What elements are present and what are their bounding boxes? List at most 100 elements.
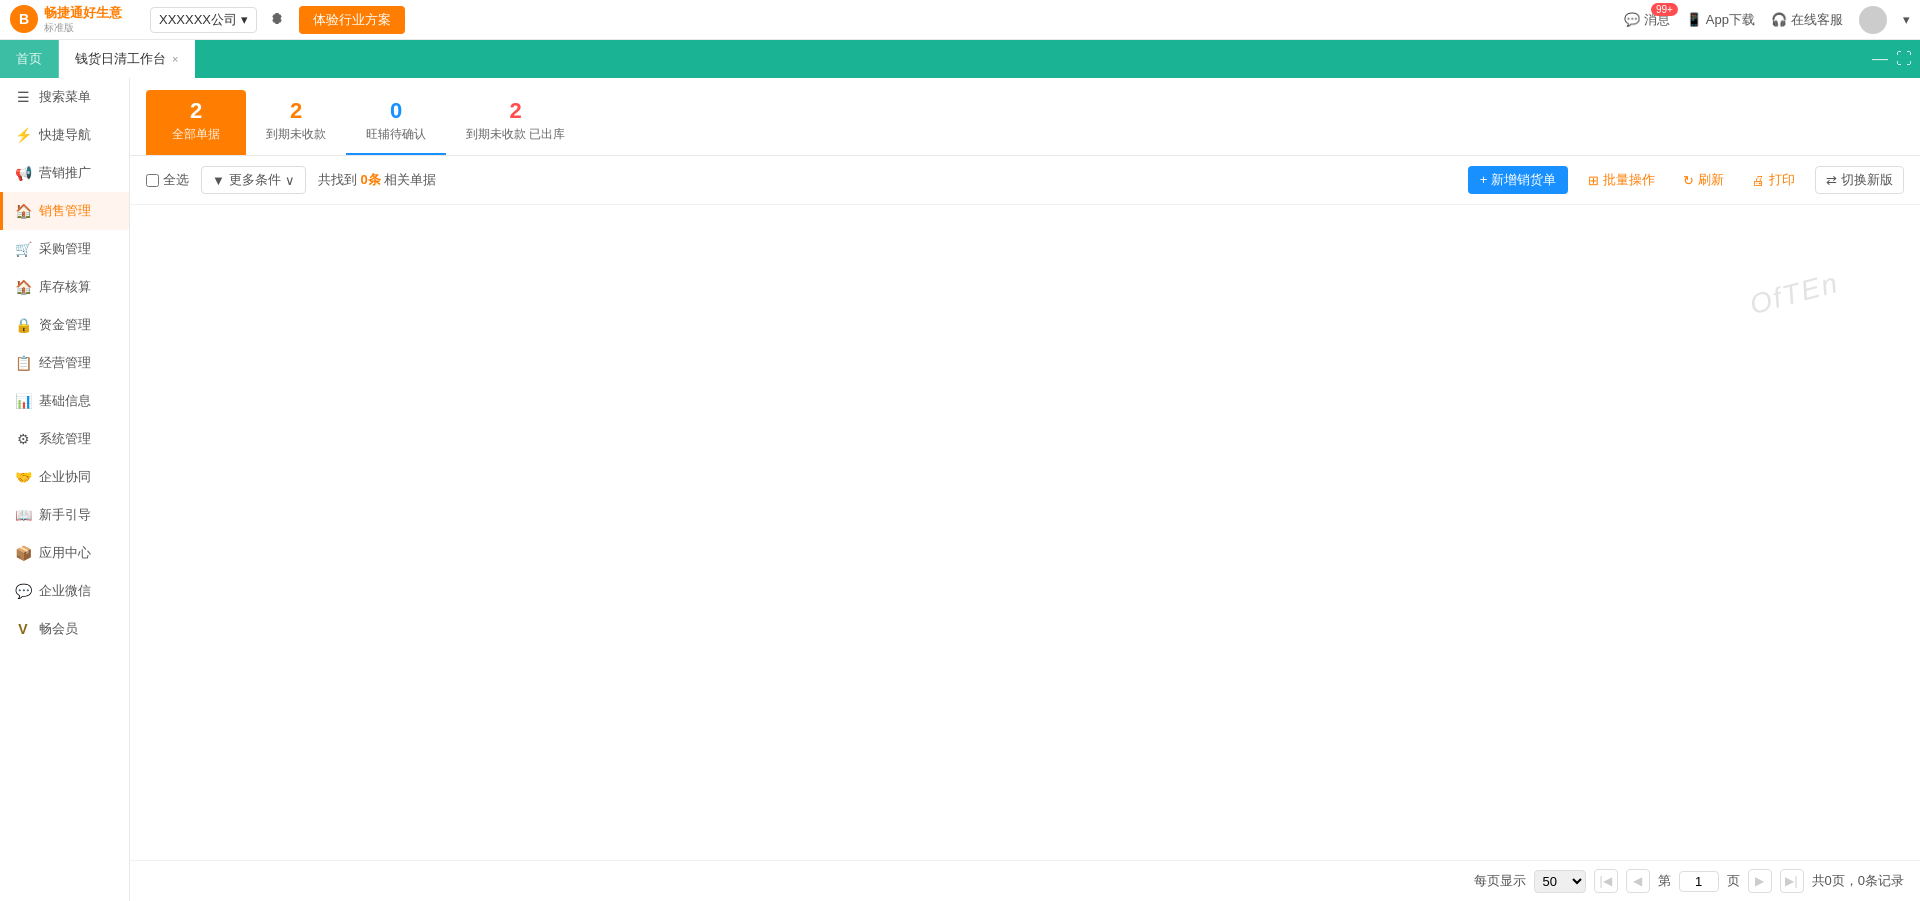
tab-active[interactable]: 钱货日清工作台 × <box>59 40 195 78</box>
sidebar-label-search-menu: 搜索菜单 <box>39 88 91 106</box>
stat-label-shipped: 到期未收款 已出库 <box>466 126 565 143</box>
next-page-btn[interactable]: ▶ <box>1748 869 1772 893</box>
toolbar-right: + 新增销货单 ⊞ 批量操作 ↻ 刷新 🖨 打印 ⇄ 切换新版 <box>1468 166 1904 194</box>
message-item[interactable]: 💬 消息 99+ <box>1624 11 1670 29</box>
stat-count-all: 2 <box>190 98 202 124</box>
select-all-text: 全选 <box>163 171 189 189</box>
sidebar-label-base-info: 基础信息 <box>39 392 91 410</box>
prev-page-btn[interactable]: ◀ <box>1626 869 1650 893</box>
sidebar-item-search-menu[interactable]: ☰ 搜索菜单 <box>0 78 129 116</box>
stat-tab-all[interactable]: 2 全部单据 <box>146 90 246 155</box>
stat-label-pending: 旺辅待确认 <box>366 126 426 143</box>
inventory-icon: 🏠 <box>15 279 31 295</box>
app-download-item[interactable]: 📱 App下载 <box>1686 11 1755 29</box>
app-center-icon: 📦 <box>15 545 31 561</box>
found-text: 共找到 0条 相关单据 <box>318 171 436 189</box>
sidebar-item-sales[interactable]: 🏠 销售管理 <box>0 192 129 230</box>
stat-tab-overdue[interactable]: 2 到期未收款 <box>246 90 346 155</box>
sidebar-item-finance[interactable]: 🔒 资金管理 <box>0 306 129 344</box>
sidebar-label-system: 系统管理 <box>39 430 91 448</box>
switch-icon: ⇄ <box>1826 173 1837 188</box>
sidebar-item-app-center[interactable]: 📦 应用中心 <box>0 534 129 572</box>
tab-home-label: 首页 <box>16 50 42 68</box>
sidebar-item-member[interactable]: V 畅会员 <box>0 610 129 648</box>
guide-icon: 📖 <box>15 507 31 523</box>
switch-new-btn[interactable]: ⇄ 切换新版 <box>1815 166 1904 194</box>
service-icon: 🎧 <box>1771 12 1787 27</box>
per-page-select[interactable]: 50 100 200 <box>1534 870 1586 893</box>
more-conditions-text: 更多条件 <box>229 171 281 189</box>
company-selector[interactable]: XXXXXX公司 ▾ <box>150 7 257 33</box>
select-all-checkbox[interactable] <box>146 174 159 187</box>
quick-nav-icon: ⚡ <box>15 127 31 143</box>
sidebar-label-member: 畅会员 <box>39 620 78 638</box>
member-icon: V <box>15 621 31 637</box>
watermark: OfTEn <box>1746 267 1842 321</box>
last-page-btn[interactable]: ▶| <box>1780 869 1804 893</box>
found-count: 0条 <box>361 172 381 187</box>
page-suffix: 页 <box>1727 872 1740 890</box>
logo-icon: B <box>10 5 38 33</box>
sidebar: ☰ 搜索菜单 ⚡ 快捷导航 📢 营销推广 🏠 销售管理 🛒 采购管理 🏠 库存核… <box>0 78 130 901</box>
stat-count-shipped: 2 <box>510 98 522 124</box>
sidebar-label-operations: 经营管理 <box>39 354 91 372</box>
batch-icon: ⊞ <box>1588 173 1599 188</box>
online-service-item[interactable]: 🎧 在线客服 <box>1771 11 1843 29</box>
stat-count-overdue: 2 <box>290 98 302 124</box>
sidebar-item-wechat[interactable]: 💬 企业微信 <box>0 572 129 610</box>
print-icon: 🖨 <box>1752 173 1765 188</box>
avatar[interactable] <box>1859 6 1887 34</box>
sidebar-item-base-info[interactable]: 📊 基础信息 <box>0 382 129 420</box>
experience-btn[interactable]: 体验行业方案 <box>299 6 405 34</box>
select-all-label[interactable]: 全选 <box>146 171 189 189</box>
new-sales-btn[interactable]: + 新增销货单 <box>1468 166 1568 194</box>
refresh-text: 刷新 <box>1698 171 1724 189</box>
sidebar-item-system[interactable]: ⚙ 系统管理 <box>0 420 129 458</box>
user-name[interactable]: ▾ <box>1903 12 1910 27</box>
toolbar: 全选 ▼ 更多条件 ∨ 共找到 0条 相关单据 + 新增销货单 ⊞ 批量操作 ↻ <box>130 156 1920 205</box>
print-btn[interactable]: 🖨 打印 <box>1744 167 1803 193</box>
online-service-label: 在线客服 <box>1791 11 1843 29</box>
sidebar-label-cooperation: 企业协同 <box>39 468 91 486</box>
tab-active-label: 钱货日清工作台 <box>75 50 166 68</box>
pagination: 每页显示 50 100 200 |◀ ◀ 第 页 ▶ ▶| 共0页，0条记录 <box>130 860 1920 901</box>
tab-maximize-icon[interactable]: ⛶ <box>1896 50 1912 68</box>
chevron-down-icon: ▾ <box>241 12 248 27</box>
more-conditions-btn[interactable]: ▼ 更多条件 ∨ <box>201 166 306 194</box>
search-menu-icon: ☰ <box>15 89 31 105</box>
tab-minimize-icon[interactable]: — <box>1872 50 1888 68</box>
first-page-btn[interactable]: |◀ <box>1594 869 1618 893</box>
tab-home[interactable]: 首页 <box>0 40 59 78</box>
total-text: 共0页，0条记录 <box>1812 872 1904 890</box>
page-input[interactable] <box>1679 871 1719 892</box>
filter-icon: ▼ <box>212 173 225 188</box>
sidebar-item-guide[interactable]: 📖 新手引导 <box>0 496 129 534</box>
sidebar-item-cooperation[interactable]: 🤝 企业协同 <box>0 458 129 496</box>
tab-close-icon[interactable]: × <box>172 53 178 65</box>
sidebar-item-marketing[interactable]: 📢 营销推广 <box>0 154 129 192</box>
sidebar-item-operations[interactable]: 📋 经营管理 <box>0 344 129 382</box>
operations-icon: 📋 <box>15 355 31 371</box>
sidebar-item-purchase[interactable]: 🛒 采购管理 <box>0 230 129 268</box>
stat-tab-pending[interactable]: 0 旺辅待确认 <box>346 90 446 155</box>
stat-count-pending: 0 <box>390 98 402 124</box>
stat-tab-shipped[interactable]: 2 到期未收款 已出库 <box>446 90 585 155</box>
sidebar-label-guide: 新手引导 <box>39 506 91 524</box>
switch-text: 切换新版 <box>1841 171 1893 189</box>
sidebar-label-sales: 销售管理 <box>39 202 91 220</box>
sidebar-label-quick-nav: 快捷导航 <box>39 126 91 144</box>
download-icon: 📱 <box>1686 12 1702 27</box>
batch-op-btn[interactable]: ⊞ 批量操作 <box>1580 167 1663 193</box>
found-suffix: 相关单据 <box>384 172 436 187</box>
refresh-btn[interactable]: ↻ 刷新 <box>1675 167 1732 193</box>
system-icon: ⚙ <box>15 431 31 447</box>
sidebar-label-app-center: 应用中心 <box>39 544 91 562</box>
sidebar-item-quick-nav[interactable]: ⚡ 快捷导航 <box>0 116 129 154</box>
table-area: OfTEn <box>130 205 1920 860</box>
stat-label-all: 全部单据 <box>172 126 220 143</box>
print-text: 打印 <box>1769 171 1795 189</box>
settings-button[interactable] <box>263 6 291 34</box>
sidebar-item-inventory[interactable]: 🏠 库存核算 <box>0 268 129 306</box>
wechat-icon: 💬 <box>15 583 31 599</box>
content-area: 2 全部单据 2 到期未收款 0 旺辅待确认 2 到期未收款 已出库 全选 <box>130 78 1920 901</box>
